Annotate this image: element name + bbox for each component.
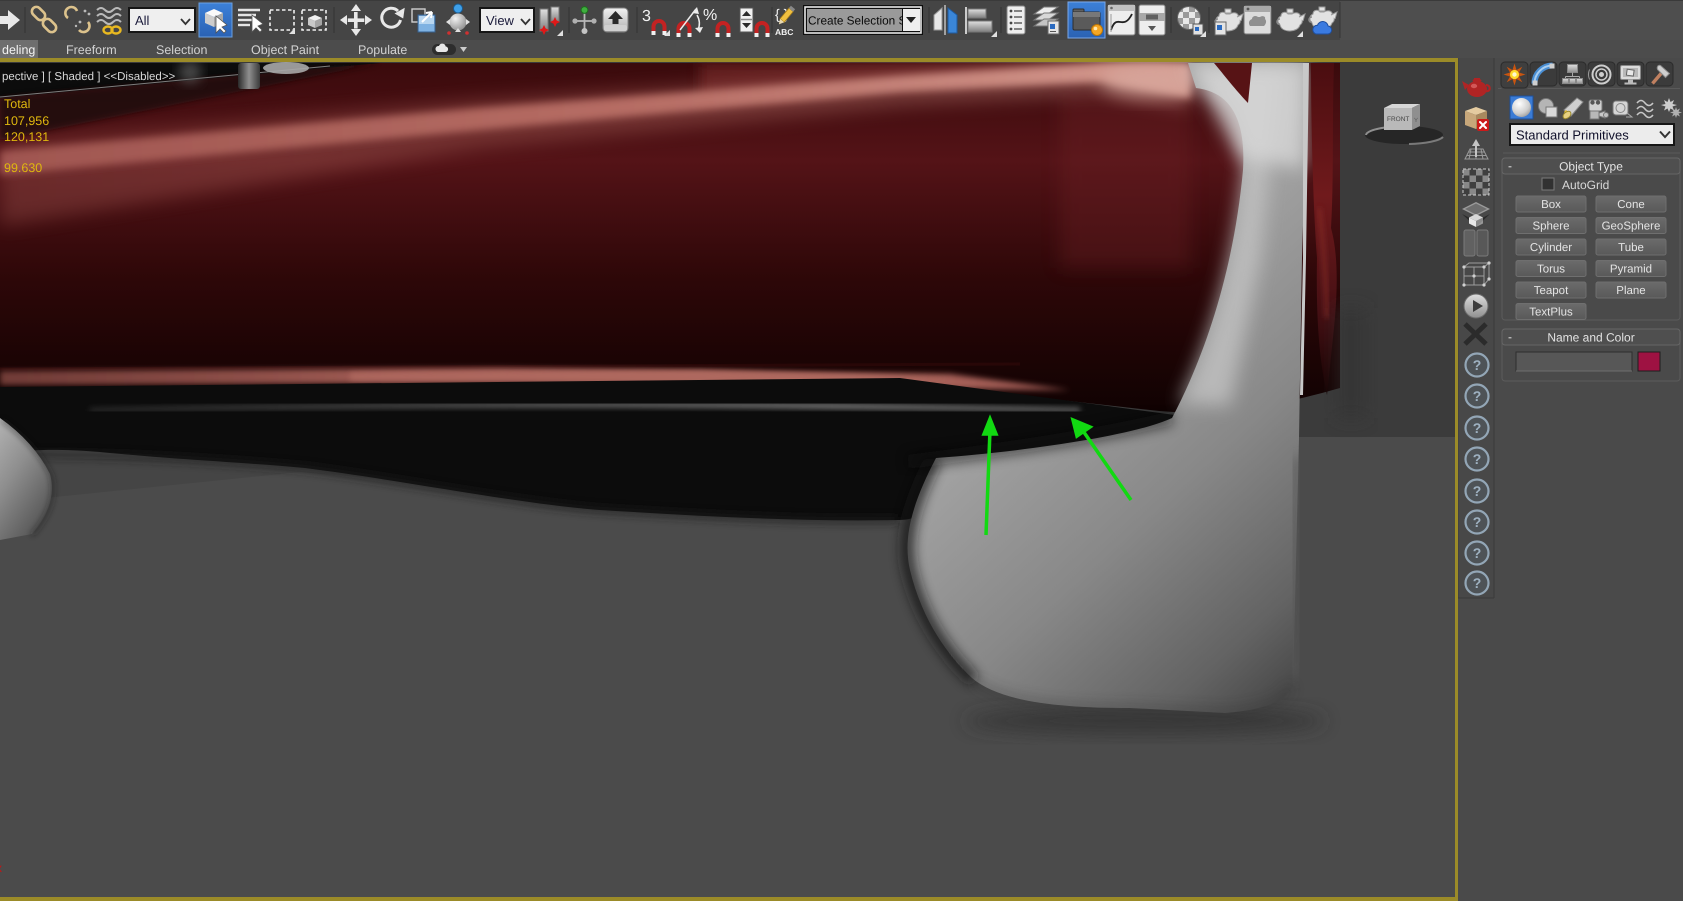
svg-text:-: - <box>1508 330 1512 344</box>
svg-text:Cone: Cone <box>1617 199 1645 211</box>
svg-text:AutoGrid: AutoGrid <box>1562 178 1609 192</box>
svg-text:120,131: 120,131 <box>4 130 49 144</box>
svg-text:?: ? <box>1473 575 1482 591</box>
svg-text:deling: deling <box>2 43 35 57</box>
svg-text:?: ? <box>1473 388 1482 404</box>
svg-text:GeoSphere: GeoSphere <box>1602 221 1661 233</box>
svg-text:3: 3 <box>642 8 651 25</box>
svg-text:Object Paint: Object Paint <box>251 43 320 57</box>
svg-text:FRONT: FRONT <box>1387 116 1409 123</box>
svg-text:%: % <box>703 7 717 24</box>
svg-text:Teapot: Teapot <box>1534 285 1569 297</box>
svg-text:Total: Total <box>4 97 30 111</box>
svg-text:?: ? <box>1473 514 1482 530</box>
svg-text:Tube: Tube <box>1618 242 1644 254</box>
svg-text:107,956: 107,956 <box>4 114 49 128</box>
svg-text:Standard Primitives: Standard Primitives <box>1516 128 1629 143</box>
svg-text:TextPlus: TextPlus <box>1529 307 1573 319</box>
svg-text:View: View <box>486 13 515 28</box>
svg-text:Object Type: Object Type <box>1559 160 1623 174</box>
svg-text:Box: Box <box>1541 199 1561 211</box>
svg-text:99.630: 99.630 <box>4 161 42 175</box>
svg-text:Selection: Selection <box>156 43 207 57</box>
svg-text:?: ? <box>1473 451 1482 467</box>
svg-text:?: ? <box>1473 483 1482 499</box>
svg-text:x: x <box>0 861 2 875</box>
svg-text:Cylinder: Cylinder <box>1530 242 1572 254</box>
svg-text:Y: Y <box>1414 117 1418 124</box>
svg-text:?: ? <box>1473 420 1482 436</box>
svg-text:Populate: Populate <box>358 43 407 57</box>
svg-text:Torus: Torus <box>1537 264 1565 276</box>
svg-text:ABC: ABC <box>775 27 793 37</box>
svg-text:Plane: Plane <box>1616 285 1645 297</box>
svg-text:Sphere: Sphere <box>1532 221 1569 233</box>
svg-text:?: ? <box>1473 357 1482 373</box>
svg-text:Create Selection Se: Create Selection Se <box>808 14 913 28</box>
svg-text:?: ? <box>1473 545 1482 561</box>
svg-text:All: All <box>135 13 150 28</box>
svg-text:Pyramid: Pyramid <box>1610 264 1652 276</box>
svg-text:Name and Color: Name and Color <box>1547 331 1634 345</box>
svg-text:pective ] [ Shaded ] <<Disabl: pective ] [ Shaded ] <<Disabled>> <box>2 71 176 83</box>
svg-text:Freeform: Freeform <box>66 43 117 57</box>
svg-text:-: - <box>1508 159 1512 173</box>
